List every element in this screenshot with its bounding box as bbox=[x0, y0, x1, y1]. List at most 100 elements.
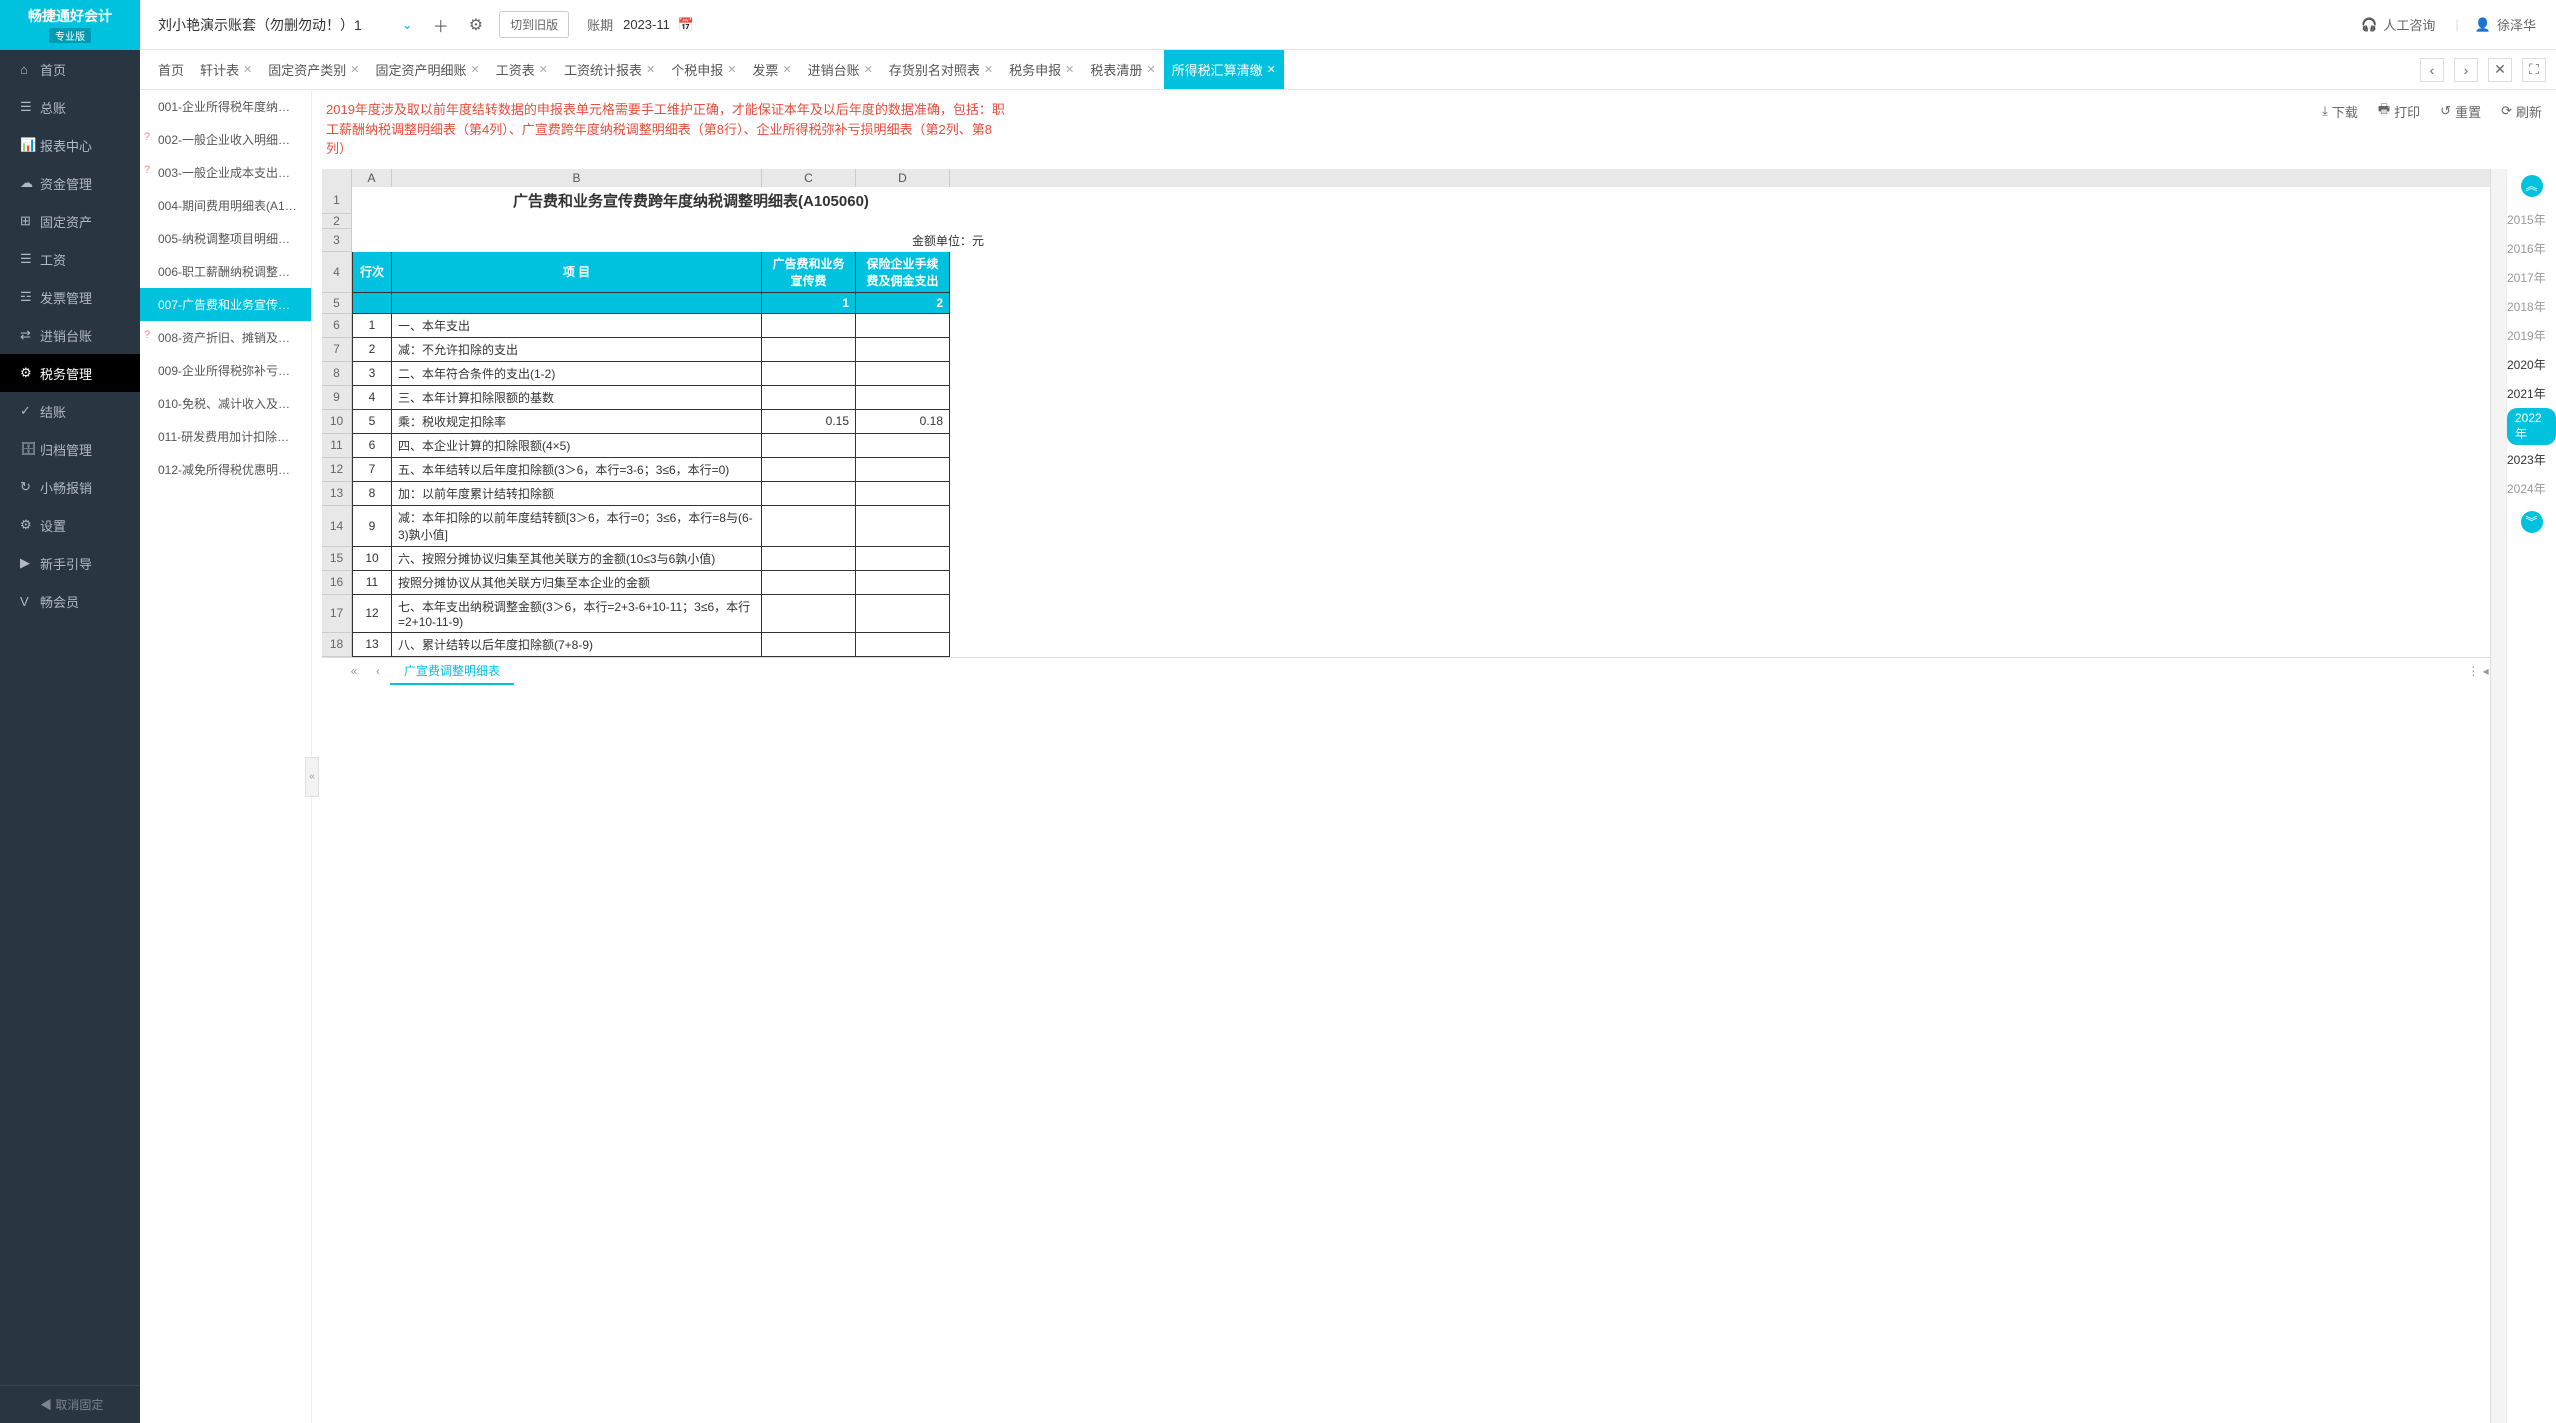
report-link[interactable]: 010-免税、减计收入及加计... bbox=[140, 387, 311, 420]
scrollbar-vertical[interactable] bbox=[2490, 169, 2506, 1423]
sidebar-item[interactable]: ⚙税务管理 bbox=[0, 354, 140, 392]
user-icon[interactable]: 👤 bbox=[2475, 17, 2491, 33]
row-val-d[interactable] bbox=[856, 571, 950, 595]
row-val-d[interactable] bbox=[856, 506, 950, 547]
print-button[interactable]: 🖶打印 bbox=[2378, 100, 2420, 122]
year-item[interactable]: 2017年 bbox=[2507, 263, 2556, 292]
sidebar-item[interactable]: ☰工资 bbox=[0, 240, 140, 278]
row-val-c[interactable] bbox=[762, 633, 856, 657]
user-name[interactable]: 徐泽华 bbox=[2497, 15, 2536, 34]
close-icon[interactable]: ✕ bbox=[1267, 63, 1276, 76]
tab[interactable]: 个税申报✕ bbox=[663, 50, 744, 90]
year-item[interactable]: 2016年 bbox=[2507, 234, 2556, 263]
report-link[interactable]: 009-企业所得税弥补亏损明... bbox=[140, 354, 311, 387]
tab[interactable]: 税表清册✕ bbox=[1082, 50, 1163, 90]
sheet-more-icon[interactable]: ⋮ ◂ bbox=[2466, 664, 2490, 678]
row-val-c[interactable] bbox=[762, 547, 856, 571]
row-val-d[interactable] bbox=[856, 362, 950, 386]
report-link[interactable]: 005-纳税调整项目明细表(A1... bbox=[140, 222, 311, 255]
year-item[interactable]: 2020年 bbox=[2507, 350, 2556, 379]
row-val-d[interactable] bbox=[856, 547, 950, 571]
gear-icon[interactable]: ⚙ bbox=[469, 15, 483, 35]
year-down-icon[interactable]: ︾ bbox=[2521, 511, 2543, 533]
report-link[interactable]: 011-研发费用加计扣除优惠... bbox=[140, 420, 311, 453]
fullscreen-icon[interactable]: ⛶ bbox=[2522, 58, 2546, 82]
row-val-d[interactable] bbox=[856, 434, 950, 458]
tab[interactable]: 工资表✕ bbox=[488, 50, 556, 90]
sidebar-item[interactable]: ⌂首页 bbox=[0, 50, 140, 88]
close-icon[interactable]: ✕ bbox=[984, 63, 993, 76]
sidebar-item[interactable]: ✓结账 bbox=[0, 392, 140, 430]
tab[interactable]: 固定资产明细账✕ bbox=[367, 50, 487, 90]
row-val-d[interactable] bbox=[856, 482, 950, 506]
report-link[interactable]: 006-职工薪酬纳税调整明细... bbox=[140, 255, 311, 288]
sheet-tab[interactable]: 广宣费调整明细表 bbox=[390, 658, 514, 685]
chevron-down-icon[interactable]: ⌄ bbox=[402, 17, 413, 33]
sidebar-item[interactable]: ☲发票管理 bbox=[0, 278, 140, 316]
download-button[interactable]: ⤓下载 bbox=[2322, 100, 2358, 122]
tab[interactable]: 发票✕ bbox=[744, 50, 799, 90]
year-item[interactable]: 2019年 bbox=[2507, 321, 2556, 350]
sheet-prev-icon[interactable]: ‹ bbox=[366, 664, 390, 678]
close-icon[interactable]: ✕ bbox=[864, 63, 873, 76]
report-link[interactable]: 001-企业所得税年度纳税申... bbox=[140, 90, 311, 123]
row-val-c[interactable] bbox=[762, 434, 856, 458]
tab[interactable]: 存货别名对照表✕ bbox=[881, 50, 1001, 90]
tab[interactable]: 固定资产类别✕ bbox=[260, 50, 367, 90]
year-item[interactable]: 2023年 bbox=[2507, 445, 2556, 474]
row-val-c[interactable] bbox=[762, 338, 856, 362]
row-val-d[interactable]: 0.18 bbox=[856, 410, 950, 434]
tab[interactable]: 工资统计报表✕ bbox=[556, 50, 663, 90]
tab-scroll-left-icon[interactable]: ‹ bbox=[2420, 58, 2444, 82]
close-icon[interactable]: ✕ bbox=[539, 63, 548, 76]
row-val-d[interactable] bbox=[856, 458, 950, 482]
close-icon[interactable]: ✕ bbox=[243, 63, 252, 76]
tab[interactable]: 轩计表✕ bbox=[192, 50, 260, 90]
tab-scroll-right-icon[interactable]: › bbox=[2454, 58, 2478, 82]
row-val-d[interactable] bbox=[856, 633, 950, 657]
row-val-c[interactable] bbox=[762, 362, 856, 386]
sheet-first-icon[interactable]: « bbox=[342, 664, 366, 678]
row-val-c[interactable] bbox=[762, 595, 856, 633]
reset-button[interactable]: ↺重置 bbox=[2440, 100, 2481, 122]
tab-close-all-icon[interactable]: ✕ bbox=[2488, 58, 2512, 82]
year-item[interactable]: 2021年 bbox=[2507, 379, 2556, 408]
close-icon[interactable]: ✕ bbox=[727, 63, 736, 76]
year-item[interactable]: 2024年 bbox=[2507, 474, 2556, 503]
tab[interactable]: 进销台账✕ bbox=[800, 50, 881, 90]
sidebar-item[interactable]: ⊞固定资产 bbox=[0, 202, 140, 240]
report-link[interactable]: 007-广告费和业务宣传费跨... bbox=[140, 288, 311, 321]
sidebar-item[interactable]: ☰总账 bbox=[0, 88, 140, 126]
row-val-c[interactable] bbox=[762, 314, 856, 338]
sidebar-item[interactable]: 📊报表中心 bbox=[0, 126, 140, 164]
year-up-icon[interactable]: ︽ bbox=[2521, 175, 2543, 197]
sidebar-item[interactable]: 🗄归档管理 bbox=[0, 430, 140, 468]
row-val-c[interactable] bbox=[762, 458, 856, 482]
close-icon[interactable]: ✕ bbox=[350, 63, 359, 76]
calendar-icon[interactable]: 📅 bbox=[678, 17, 694, 33]
row-val-c[interactable] bbox=[762, 482, 856, 506]
close-icon[interactable]: ✕ bbox=[646, 63, 655, 76]
close-icon[interactable]: ✕ bbox=[1065, 63, 1074, 76]
sidebar-item[interactable]: ▶新手引导 bbox=[0, 544, 140, 582]
row-val-c[interactable]: 0.15 bbox=[762, 410, 856, 434]
period-value[interactable]: 2023-11 bbox=[623, 17, 670, 32]
row-val-d[interactable] bbox=[856, 386, 950, 410]
refresh-button[interactable]: ⟳刷新 bbox=[2501, 100, 2542, 122]
close-icon[interactable]: ✕ bbox=[1146, 63, 1155, 76]
report-link[interactable]: 004-期间费用明细表(A1040... bbox=[140, 189, 311, 222]
plus-icon[interactable]: ＋ bbox=[433, 13, 449, 37]
row-val-d[interactable] bbox=[856, 595, 950, 633]
year-item[interactable]: 2018年 bbox=[2507, 292, 2556, 321]
tab[interactable]: 首页 bbox=[150, 50, 192, 90]
collapse-handle-icon[interactable]: « bbox=[305, 757, 319, 797]
tab[interactable]: 税务申报✕ bbox=[1001, 50, 1082, 90]
tab[interactable]: 所得税汇算清缴✕ bbox=[1164, 50, 1284, 90]
row-val-c[interactable] bbox=[762, 571, 856, 595]
row-val-c[interactable] bbox=[762, 506, 856, 547]
sidebar-item[interactable]: ☁资金管理 bbox=[0, 164, 140, 202]
close-icon[interactable]: ✕ bbox=[471, 63, 480, 76]
report-link[interactable]: ?003-一般企业成本支出明细... bbox=[140, 156, 311, 189]
report-link[interactable]: ?008-资产折旧、摊销及纳税... bbox=[140, 321, 311, 354]
report-link[interactable]: 012-减免所得税优惠明细表(... bbox=[140, 453, 311, 486]
